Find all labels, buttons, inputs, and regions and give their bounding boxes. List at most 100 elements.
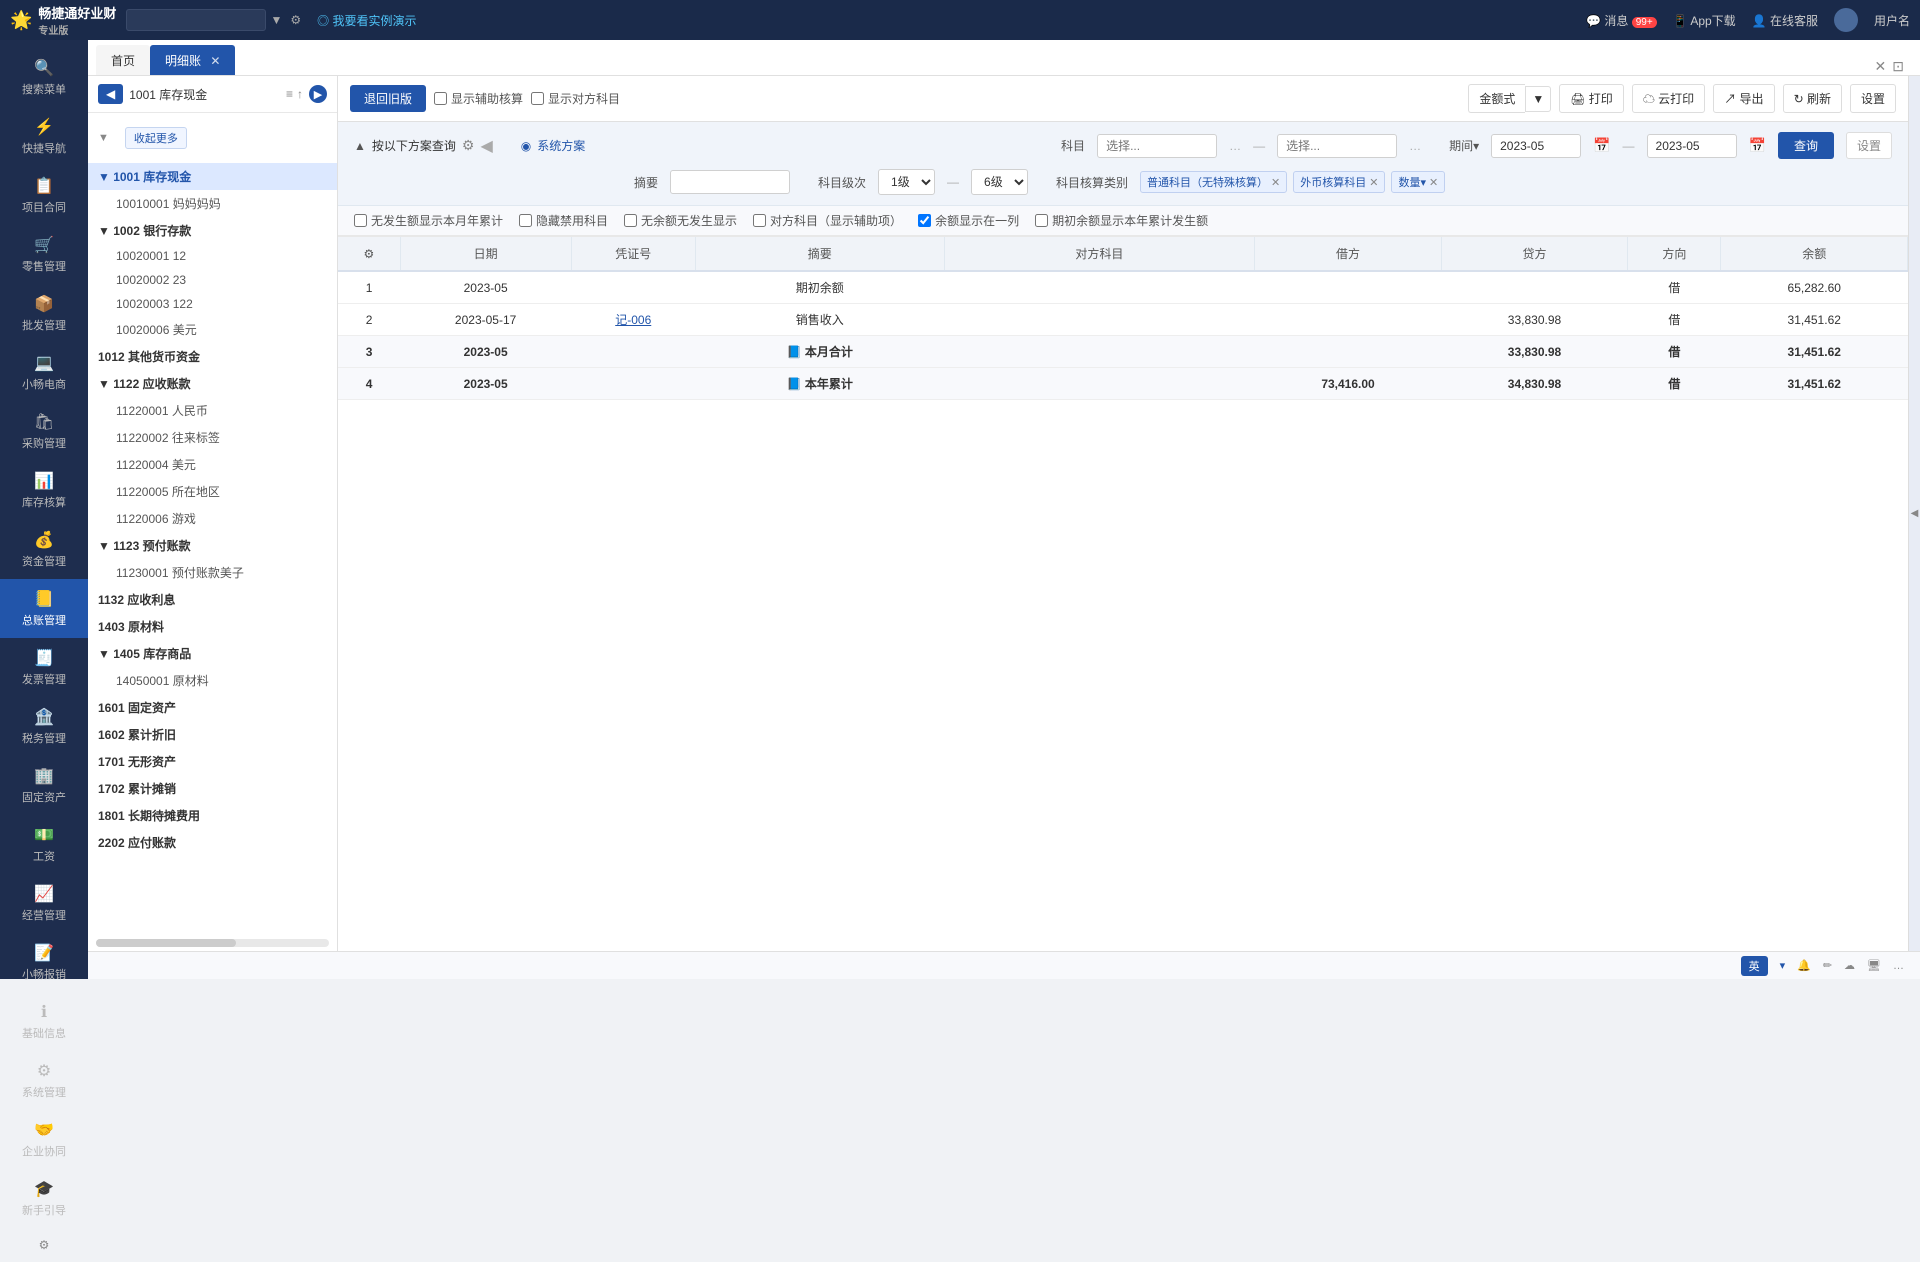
sidebar-item-wholesale[interactable]: 📦 批发管理 — [0, 284, 88, 343]
col-settings[interactable]: ⚙ — [338, 237, 400, 271]
sidebar-item-system[interactable]: ⚙ 系统管理 — [0, 1051, 88, 1110]
refresh-btn[interactable]: ↻ 刷新 — [1783, 84, 1842, 113]
col-direction[interactable]: 方向 — [1628, 237, 1721, 271]
tree-item-1702[interactable]: 1702 累计摊销 — [88, 775, 337, 802]
cloud-icon[interactable]: ☁ — [1844, 959, 1855, 972]
checkbox-no-balance[interactable]: 无发生额显示本月年累计 — [354, 212, 503, 229]
tree-item-1012[interactable]: 1012 其他货币资金 — [88, 343, 337, 370]
checkbox-hide-disabled[interactable]: 隐藏禁用科目 — [519, 212, 608, 229]
col-debit[interactable]: 借方 — [1255, 237, 1441, 271]
tree-expand-btn[interactable]: 收起更多 — [125, 127, 187, 149]
show-opposite-checkbox[interactable]: 显示对方科目 — [531, 90, 620, 107]
tree-item-1123[interactable]: ▼ 1123 预付账款 — [88, 532, 337, 559]
sidebar-item-tax[interactable]: 🏦 税务管理 — [0, 697, 88, 756]
settings-btn[interactable]: 设置 — [1850, 84, 1896, 113]
calendar-icon-right[interactable]: 📅 — [1749, 137, 1766, 154]
notification-icon[interactable]: 🔔 — [1797, 959, 1811, 972]
scheme-label[interactable]: 系统方案 — [537, 137, 585, 154]
lang-btn[interactable]: 英 — [1741, 956, 1768, 976]
amount-style-btn[interactable]: 金额式 — [1468, 84, 1525, 113]
filter-settings-icon[interactable]: ⚙ — [462, 137, 475, 154]
monitor-icon[interactable]: 🖥 — [1867, 959, 1881, 972]
export-btn[interactable]: ↗ 导出 — [1713, 84, 1774, 113]
tree-item-11220006[interactable]: 11220006 游戏 — [88, 505, 337, 532]
tree-item-11220004[interactable]: 11220004 美元 — [88, 451, 337, 478]
settings-icon[interactable]: ⚙ — [290, 13, 301, 27]
tree-item-11220005[interactable]: 11220005 所在地区 — [88, 478, 337, 505]
level-to-select[interactable]: 6级 5级 — [971, 169, 1028, 195]
amount-style-arrow[interactable]: ▼ — [1525, 86, 1551, 112]
tree-sort-icon[interactable]: ↑ — [297, 87, 303, 101]
global-search-input[interactable] — [126, 9, 266, 31]
tree-item-1122[interactable]: ▼ 1122 应收账款 — [88, 370, 337, 397]
filter-settings-btn[interactable]: 设置 — [1846, 132, 1892, 159]
table-row[interactable]: 12023-05期初余额借65,282.60 — [338, 271, 1908, 304]
tag-close-2[interactable]: ✕ — [1429, 176, 1438, 189]
sidebar-item-guide[interactable]: 🎓 新手引导 — [0, 1169, 88, 1228]
tree-item-10020002[interactable]: 10020002 23 — [88, 268, 337, 292]
tree-item-14050001[interactable]: 14050001 原材料 — [88, 667, 337, 694]
checkbox-balance-one-col[interactable]: 余额显示在一列 — [918, 212, 1019, 229]
show-aux-checkbox[interactable]: 显示辅助核算 — [434, 90, 523, 107]
sidebar-item-retail[interactable]: 🛒 零售管理 — [0, 225, 88, 284]
tree-item-10020001[interactable]: 10020001 12 — [88, 244, 337, 268]
tree-item-2202[interactable]: 2202 应付账款 — [88, 829, 337, 856]
tree-item-11230001[interactable]: 11230001 预付账款美子 — [88, 559, 337, 586]
sidebar-item-assets[interactable]: 🏢 固定资产 — [0, 756, 88, 815]
summary-input[interactable] — [670, 170, 790, 194]
checkbox-no-balance-show[interactable]: 无余额无发生显示 — [624, 212, 737, 229]
user-avatar[interactable] — [1834, 8, 1858, 32]
subject-input-2[interactable] — [1277, 134, 1397, 158]
sidebar-item-invoice[interactable]: 🧾 发票管理 — [0, 638, 88, 697]
tag-close-1[interactable]: ✕ — [1369, 176, 1378, 189]
tree-item-1701[interactable]: 1701 无形资产 — [88, 748, 337, 775]
subject-input[interactable] — [1097, 134, 1217, 158]
search-dropdown-icon[interactable]: ▼ — [270, 13, 282, 27]
lang-dropdown[interactable]: ▾ — [1780, 959, 1786, 972]
level-from-select[interactable]: 1级 2级 — [878, 169, 935, 195]
sidebar-item-capital[interactable]: 💰 资金管理 — [0, 520, 88, 579]
col-account[interactable]: 对方科目 — [944, 237, 1255, 271]
tab-home[interactable]: 首页 — [96, 45, 150, 75]
tree-item-1403[interactable]: 1403 原材料 — [88, 613, 337, 640]
sidebar-item-search[interactable]: 🔍 搜索菜单 — [0, 48, 88, 107]
tab-detail[interactable]: 明细账 ✕ — [150, 45, 235, 75]
sidebar-item-project[interactable]: 📋 项目合同 — [0, 166, 88, 225]
online-service-btn[interactable]: 👤 在线客服 — [1752, 12, 1818, 29]
tab-expand-btn[interactable]: ⊡ — [1892, 58, 1904, 75]
checkbox-show-opposite[interactable]: 对方科目（显示辅助项） — [753, 212, 902, 229]
sidebar-item-purchase[interactable]: 🛍 采购管理 — [0, 402, 88, 461]
tree-filter-icon[interactable]: ≡ — [286, 87, 293, 101]
col-balance[interactable]: 余额 — [1721, 237, 1908, 271]
tree-item-11220001[interactable]: 11220001 人民币 — [88, 397, 337, 424]
cloud-print-btn[interactable]: ☁ 云打印 — [1632, 84, 1705, 113]
sidebar-item-salary[interactable]: 💵 工资 — [0, 815, 88, 874]
tree-item-10020006[interactable]: 10020006 美元 — [88, 316, 337, 343]
category-tag-1[interactable]: 外币核算科目 ✕ — [1293, 171, 1385, 193]
return-old-version-btn[interactable]: 退回旧版 — [350, 85, 426, 112]
tree-item-1601[interactable]: 1601 固定资产 — [88, 694, 337, 721]
tree-item-1602[interactable]: 1602 累计折旧 — [88, 721, 337, 748]
tree-item-1132[interactable]: 1132 应收利息 — [88, 586, 337, 613]
tree-item-11220002[interactable]: 11220002 往来标签 — [88, 424, 337, 451]
cell-voucher[interactable]: 记-006 — [571, 304, 695, 336]
col-date[interactable]: 日期 — [400, 237, 571, 271]
tab-close-all-btn[interactable]: ✕ — [1875, 58, 1887, 75]
demo-link[interactable]: ◎ 我要看实例演示 — [317, 12, 416, 29]
more-options-icon[interactable]: … — [1893, 960, 1904, 972]
table-row[interactable]: 42023-05📘 本年累计73,416.0034,830.98借31,451.… — [338, 368, 1908, 400]
table-row[interactable]: 22023-05-17记-006销售收入33,830.98借31,451.62 — [338, 304, 1908, 336]
amount-style-dropdown[interactable]: 金额式 ▼ — [1468, 84, 1551, 113]
tree-item-1405[interactable]: ▼ 1405 库存商品 — [88, 640, 337, 667]
period-from[interactable] — [1491, 134, 1581, 158]
col-summary[interactable]: 摘要 — [695, 237, 944, 271]
calendar-icon-left[interactable]: 📅 — [1593, 137, 1610, 154]
scheme-icon[interactable]: ◉ — [521, 139, 531, 153]
print-btn[interactable]: 🖨 打印 — [1559, 84, 1624, 113]
tree-item-1002[interactable]: ▼ 1002 银行存款 — [88, 217, 337, 244]
col-voucher[interactable]: 凭证号 — [571, 237, 695, 271]
sidebar-settings-btn[interactable]: ⚙ — [39, 1238, 50, 1252]
query-toggle-label[interactable]: 按以下方案查询 — [372, 137, 456, 154]
period-label[interactable]: 期间▾ — [1449, 137, 1479, 154]
period-to[interactable] — [1647, 134, 1737, 158]
